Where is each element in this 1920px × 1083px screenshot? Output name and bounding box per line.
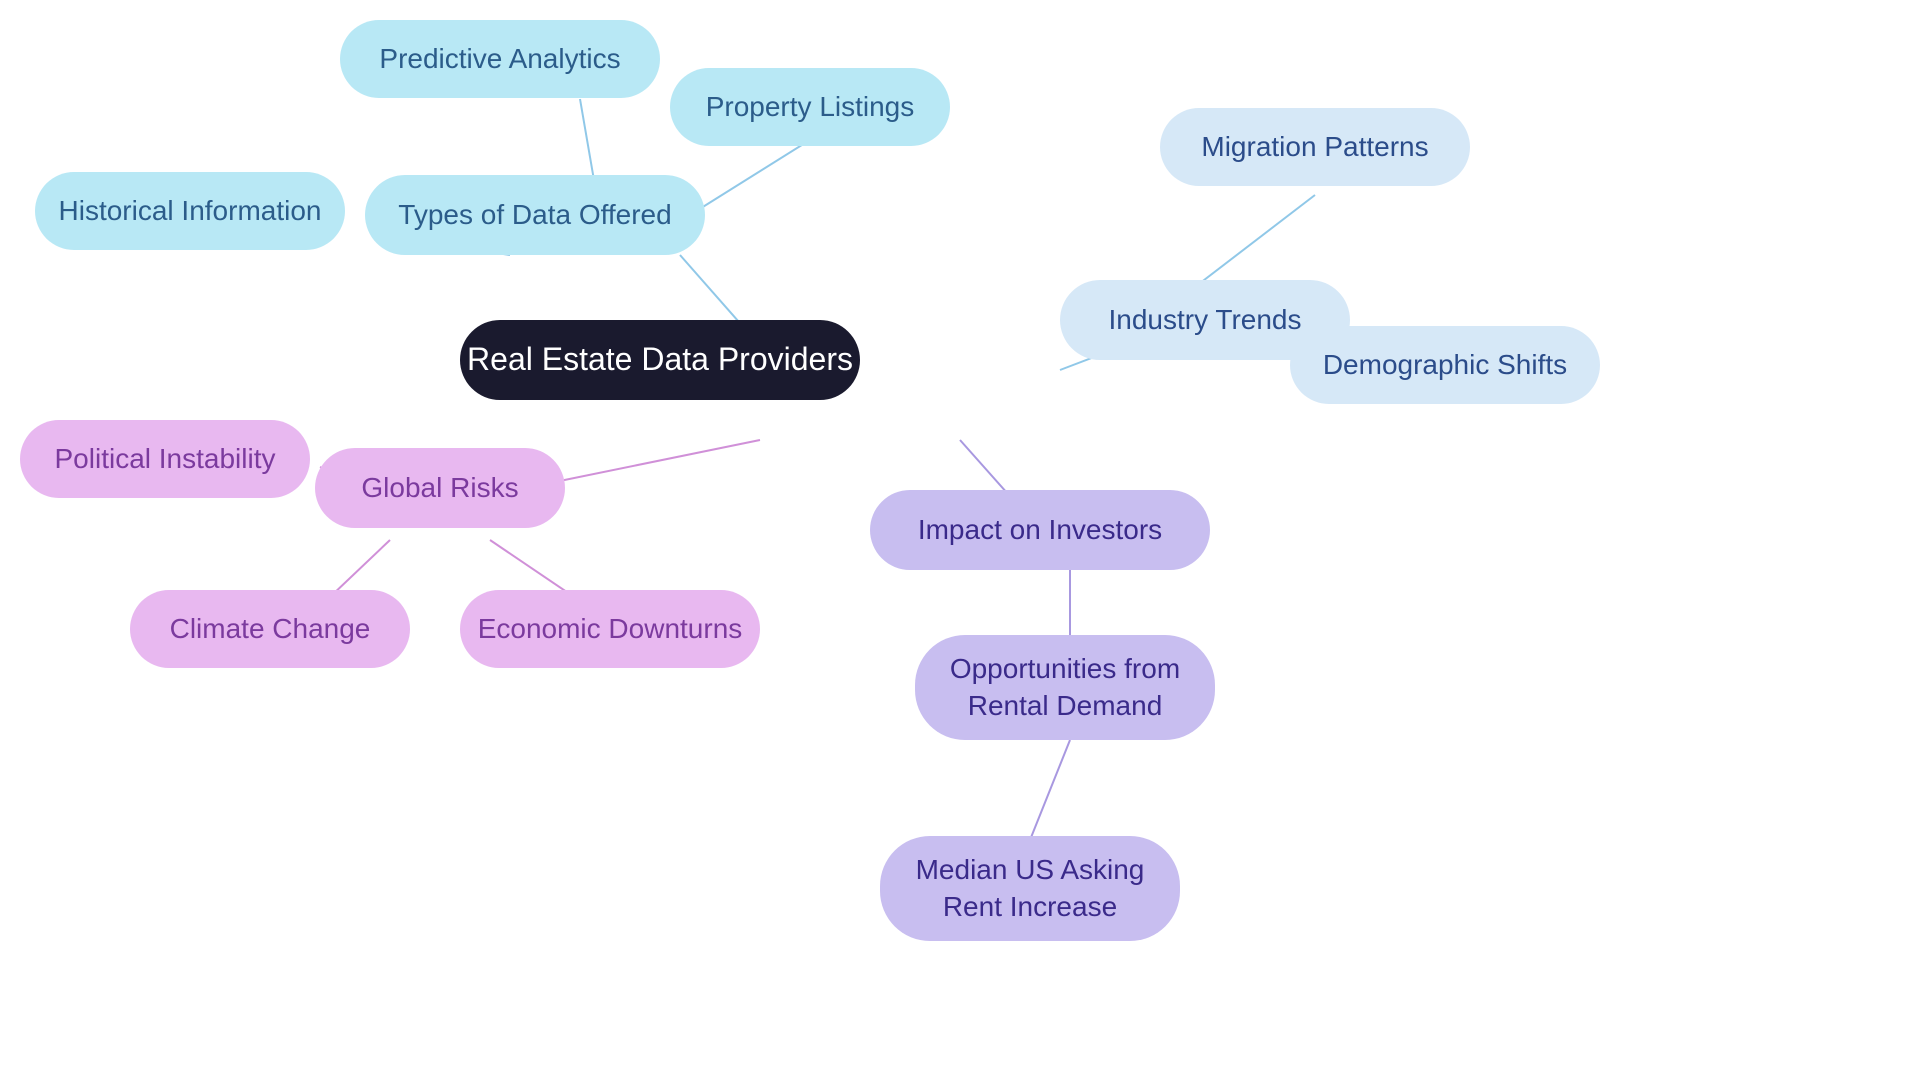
node-historical-information[interactable]: Historical Information bbox=[35, 172, 345, 250]
node-political-instability[interactable]: Political Instability bbox=[20, 420, 310, 498]
node-property-listings[interactable]: Property Listings bbox=[670, 68, 950, 146]
node-opportunities-rental-demand[interactable]: Opportunities from Rental Demand bbox=[915, 635, 1215, 740]
node-predictive-analytics[interactable]: Predictive Analytics bbox=[340, 20, 660, 98]
node-demographic-shifts[interactable]: Demographic Shifts bbox=[1290, 326, 1600, 404]
node-median-us-asking-rent[interactable]: Median US Asking Rent Increase bbox=[880, 836, 1180, 941]
node-climate-change[interactable]: Climate Change bbox=[130, 590, 410, 668]
node-global-risks[interactable]: Global Risks bbox=[315, 448, 565, 528]
node-types-of-data[interactable]: Types of Data Offered bbox=[365, 175, 705, 255]
center-node[interactable]: Real Estate Data Providers bbox=[460, 320, 860, 400]
node-migration-patterns[interactable]: Migration Patterns bbox=[1160, 108, 1470, 186]
node-economic-downturns[interactable]: Economic Downturns bbox=[460, 590, 760, 668]
node-impact-on-investors[interactable]: Impact on Investors bbox=[870, 490, 1210, 570]
